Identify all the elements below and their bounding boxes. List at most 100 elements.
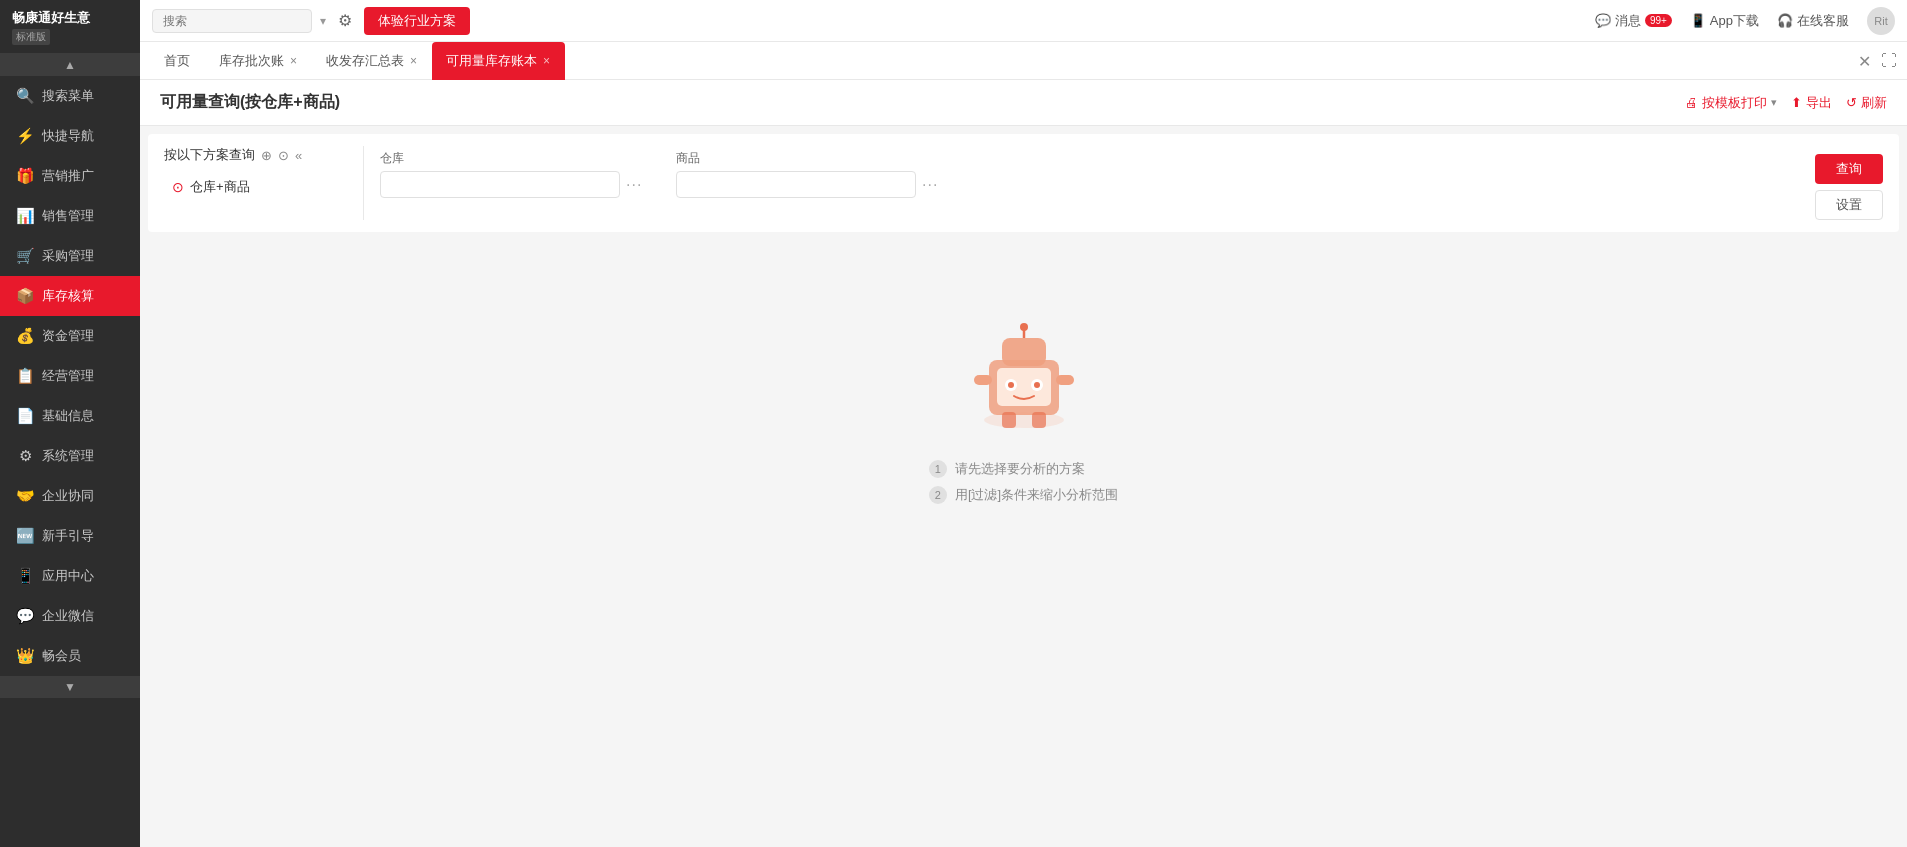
filter-option-warehouse-product[interactable]: ⊙ 仓库+商品 bbox=[164, 172, 347, 202]
sidebar-item-finance[interactable]: 💰 资金管理 bbox=[0, 316, 140, 356]
chart-icon: 📊 bbox=[16, 207, 34, 225]
set-scheme-icon[interactable]: ⊙ bbox=[278, 148, 289, 163]
gift-icon: 🎁 bbox=[16, 167, 34, 185]
message-badge: 99+ bbox=[1645, 14, 1672, 27]
sidebar-brand: 畅康通好生意 标准版 bbox=[0, 0, 140, 54]
print-label: 按模板打印 bbox=[1702, 94, 1767, 112]
sidebar-scroll-up[interactable]: ▲ bbox=[0, 54, 140, 76]
sidebar-item-basicinfo[interactable]: 📄 基础信息 bbox=[0, 396, 140, 436]
product-more-icon[interactable]: ··· bbox=[922, 176, 938, 194]
svg-rect-11 bbox=[1056, 375, 1074, 385]
hint-row-1: 1 请先选择要分析的方案 bbox=[929, 460, 1118, 478]
user-avatar[interactable]: Rit bbox=[1867, 7, 1895, 35]
brand-name: 畅康通好生意 bbox=[12, 10, 128, 27]
sidebar-item-system[interactable]: ⚙ 系统管理 bbox=[0, 436, 140, 476]
sidebar-label-inventory: 库存核算 bbox=[42, 287, 94, 305]
close-all-icon[interactable]: ✕ bbox=[1858, 51, 1871, 70]
sidebar-label-coop: 企业协同 bbox=[42, 487, 94, 505]
sidebar-label-newguide: 新手引导 bbox=[42, 527, 94, 545]
export-label: 导出 bbox=[1806, 94, 1832, 112]
hint-row-2: 2 用[过滤]条件来缩小分析范围 bbox=[929, 486, 1118, 504]
query-actions: 查询 设置 bbox=[1815, 150, 1883, 220]
warehouse-label: 仓库 bbox=[380, 150, 660, 167]
product-input[interactable] bbox=[676, 171, 916, 198]
box-icon: 📦 bbox=[16, 287, 34, 305]
sidebar-item-marketing[interactable]: 🎁 营销推广 bbox=[0, 156, 140, 196]
empty-hints: 1 请先选择要分析的方案 2 用[过滤]条件来缩小分析范围 bbox=[929, 460, 1118, 504]
filter-left: 按以下方案查询 ⊕ ⊙ « ⊙ 仓库+商品 bbox=[164, 146, 364, 220]
dot-icon: ⊙ bbox=[172, 179, 184, 195]
sidebar-item-operations[interactable]: 📋 经营管理 bbox=[0, 356, 140, 396]
sidebar-label-sales: 销售管理 bbox=[42, 207, 94, 225]
settings-button[interactable]: 设置 bbox=[1815, 190, 1883, 220]
sidebar-item-shortcut[interactable]: ⚡ 快捷导航 bbox=[0, 116, 140, 156]
svg-rect-7 bbox=[1002, 338, 1046, 366]
sidebar-item-coop[interactable]: 🤝 企业协同 bbox=[0, 476, 140, 516]
tabs-bar: 首页 库存批次账 × 收发存汇总表 × 可用量库存账本 × ✕ ⛶ bbox=[140, 42, 1907, 80]
search-input[interactable] bbox=[152, 9, 312, 33]
sidebar-item-inventory[interactable]: 📦 库存核算 bbox=[0, 276, 140, 316]
chevron-down-icon[interactable]: ▾ bbox=[320, 14, 326, 28]
export-icon: ⬆ bbox=[1791, 95, 1802, 110]
hint-text-2: 用[过滤]条件来缩小分析范围 bbox=[955, 486, 1118, 504]
sidebar-item-member[interactable]: 👑 畅会员 bbox=[0, 636, 140, 676]
headset-icon: 🎧 bbox=[1777, 13, 1793, 28]
sidebar-item-appcenter[interactable]: 📱 应用中心 bbox=[0, 556, 140, 596]
tab-available-ledger[interactable]: 可用量库存账本 × bbox=[432, 42, 565, 80]
money-icon: 💰 bbox=[16, 327, 34, 345]
tab-collect-ledger[interactable]: 收发存汇总表 × bbox=[312, 42, 432, 80]
warehouse-more-icon[interactable]: ··· bbox=[626, 176, 642, 194]
sidebar-item-newguide[interactable]: 🆕 新手引导 bbox=[0, 516, 140, 556]
sidebar-label-wechat: 企业微信 bbox=[42, 607, 94, 625]
sidebar-label-operations: 经营管理 bbox=[42, 367, 94, 385]
wechat-icon: 💬 bbox=[16, 607, 34, 625]
print-chevron-icon: ▾ bbox=[1771, 96, 1777, 109]
app-download-label: App下载 bbox=[1710, 12, 1759, 30]
sidebar-item-search[interactable]: 🔍 搜索菜单 bbox=[0, 76, 140, 116]
print-button[interactable]: 🖨 按模板打印 ▾ bbox=[1685, 94, 1777, 112]
warehouse-input[interactable] bbox=[380, 171, 620, 198]
export-button[interactable]: ⬆ 导出 bbox=[1791, 94, 1832, 112]
trial-button[interactable]: 体验行业方案 bbox=[364, 7, 470, 35]
main-container: ▾ ⚙ 体验行业方案 💬 消息 99+ 📱 App下载 🎧 在线客服 Rit bbox=[140, 0, 1907, 847]
refresh-button[interactable]: ↺ 刷新 bbox=[1846, 94, 1887, 112]
message-label: 消息 bbox=[1615, 12, 1641, 30]
operations-icon: 📋 bbox=[16, 367, 34, 385]
sidebar-item-wechat[interactable]: 💬 企业微信 bbox=[0, 596, 140, 636]
filter-section-label: 按以下方案查询 ⊕ ⊙ « bbox=[164, 146, 347, 164]
tab-batch-ledger[interactable]: 库存批次账 × bbox=[205, 42, 312, 80]
collapse-icon[interactable]: « bbox=[295, 148, 302, 163]
settings-icon[interactable]: ⚙ bbox=[338, 11, 352, 30]
svg-rect-2 bbox=[997, 368, 1051, 406]
page-header-actions: 🖨 按模板打印 ▾ ⬆ 导出 ↺ 刷新 bbox=[1685, 94, 1887, 112]
page-title: 可用量查询(按仓库+商品) bbox=[160, 92, 340, 113]
sidebar-scroll-down[interactable]: ▼ bbox=[0, 676, 140, 698]
close-collect-ledger-icon[interactable]: × bbox=[410, 54, 417, 68]
close-available-ledger-icon[interactable]: × bbox=[543, 54, 550, 68]
hint-num-2: 2 bbox=[929, 486, 947, 504]
message-icon: 💬 bbox=[1595, 13, 1611, 28]
app-download-button[interactable]: 📱 App下载 bbox=[1690, 12, 1759, 30]
tab-home[interactable]: 首页 bbox=[150, 42, 205, 80]
svg-point-9 bbox=[1020, 323, 1028, 331]
sidebar-label-system: 系统管理 bbox=[42, 447, 94, 465]
message-button[interactable]: 💬 消息 99+ bbox=[1595, 12, 1672, 30]
sidebar-label-member: 畅会员 bbox=[42, 647, 81, 665]
search-icon: 🔍 bbox=[16, 87, 34, 105]
svg-rect-10 bbox=[974, 375, 992, 385]
tab-batch-ledger-label: 库存批次账 bbox=[219, 52, 284, 70]
empty-state: 1 请先选择要分析的方案 2 用[过滤]条件来缩小分析范围 bbox=[140, 240, 1907, 544]
refresh-label: 刷新 bbox=[1861, 94, 1887, 112]
sidebar-item-purchase[interactable]: 🛒 采购管理 bbox=[0, 236, 140, 276]
sidebar-item-sales[interactable]: 📊 销售管理 bbox=[0, 196, 140, 236]
close-batch-ledger-icon[interactable]: × bbox=[290, 54, 297, 68]
hint-text-1: 请先选择要分析的方案 bbox=[955, 460, 1085, 478]
svg-point-6 bbox=[1034, 382, 1040, 388]
page-header: 可用量查询(按仓库+商品) 🖨 按模板打印 ▾ ⬆ 导出 ↺ 刷新 bbox=[140, 80, 1907, 126]
online-service-button[interactable]: 🎧 在线客服 bbox=[1777, 12, 1849, 30]
query-button[interactable]: 查询 bbox=[1815, 154, 1883, 184]
expand-icon[interactable]: ⛶ bbox=[1881, 52, 1897, 70]
print-icon: 🖨 bbox=[1685, 95, 1698, 110]
product-field-row: ··· bbox=[676, 171, 956, 198]
add-scheme-icon[interactable]: ⊕ bbox=[261, 148, 272, 163]
